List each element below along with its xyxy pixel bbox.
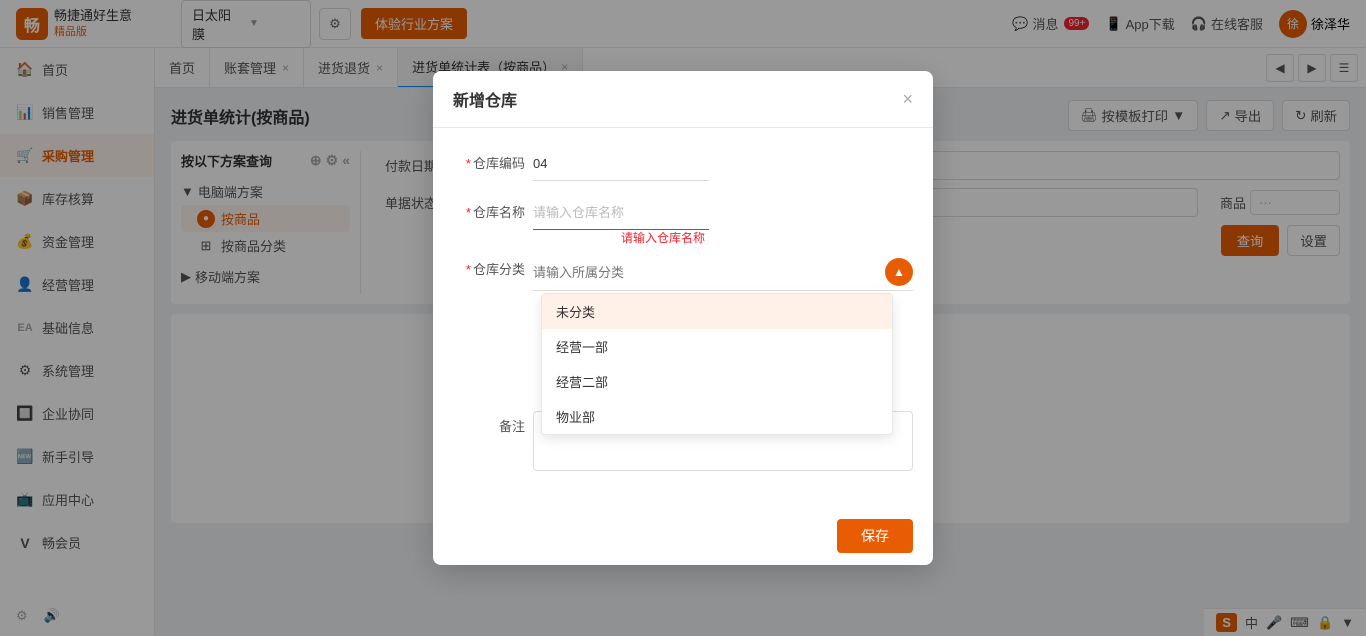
warehouse-name-row: 仓库名称 请输入仓库名称: [453, 197, 913, 230]
new-warehouse-modal: 新增仓库 × 仓库编码 仓库名称 请输入仓库名称 仓库分类: [433, 71, 933, 565]
dropdown-option-uncategorized[interactable]: 未分类: [542, 294, 892, 329]
modal-header: 新增仓库 ×: [433, 71, 933, 128]
warehouse-code-row: 仓库编码: [453, 148, 913, 181]
name-input[interactable]: [533, 197, 709, 230]
dropdown-option-dept2[interactable]: 经营二部: [542, 364, 892, 399]
notes-label: 备注: [453, 411, 533, 443]
category-input[interactable]: [533, 265, 885, 280]
warehouse-category-row: 仓库分类 ▲ 未分类 经营一部 经营二部 物业部: [453, 254, 913, 291]
modal-close-btn[interactable]: ×: [902, 89, 913, 110]
modal-footer: 保存: [433, 507, 933, 565]
modal-title: 新增仓库: [453, 87, 517, 111]
category-label: 仓库分类: [453, 254, 533, 286]
category-dropdown-arrow: ▲: [885, 258, 913, 286]
dropdown-option-dept1[interactable]: 经营一部: [542, 329, 892, 364]
code-input[interactable]: [533, 148, 709, 181]
dropdown-option-dept3[interactable]: 物业部: [542, 399, 892, 434]
modal-overlay: 新增仓库 × 仓库编码 仓库名称 请输入仓库名称 仓库分类: [0, 0, 1366, 636]
modal-body: 仓库编码 仓库名称 请输入仓库名称 仓库分类 ▲: [433, 128, 933, 507]
name-error-msg: 请输入仓库名称: [621, 229, 705, 246]
modal-save-btn[interactable]: 保存: [837, 519, 913, 553]
name-label: 仓库名称: [453, 197, 533, 229]
category-dropdown-list: 未分类 经营一部 经营二部 物业部: [541, 293, 893, 435]
code-label: 仓库编码: [453, 148, 533, 180]
category-dropdown-trigger[interactable]: ▲: [533, 254, 913, 291]
